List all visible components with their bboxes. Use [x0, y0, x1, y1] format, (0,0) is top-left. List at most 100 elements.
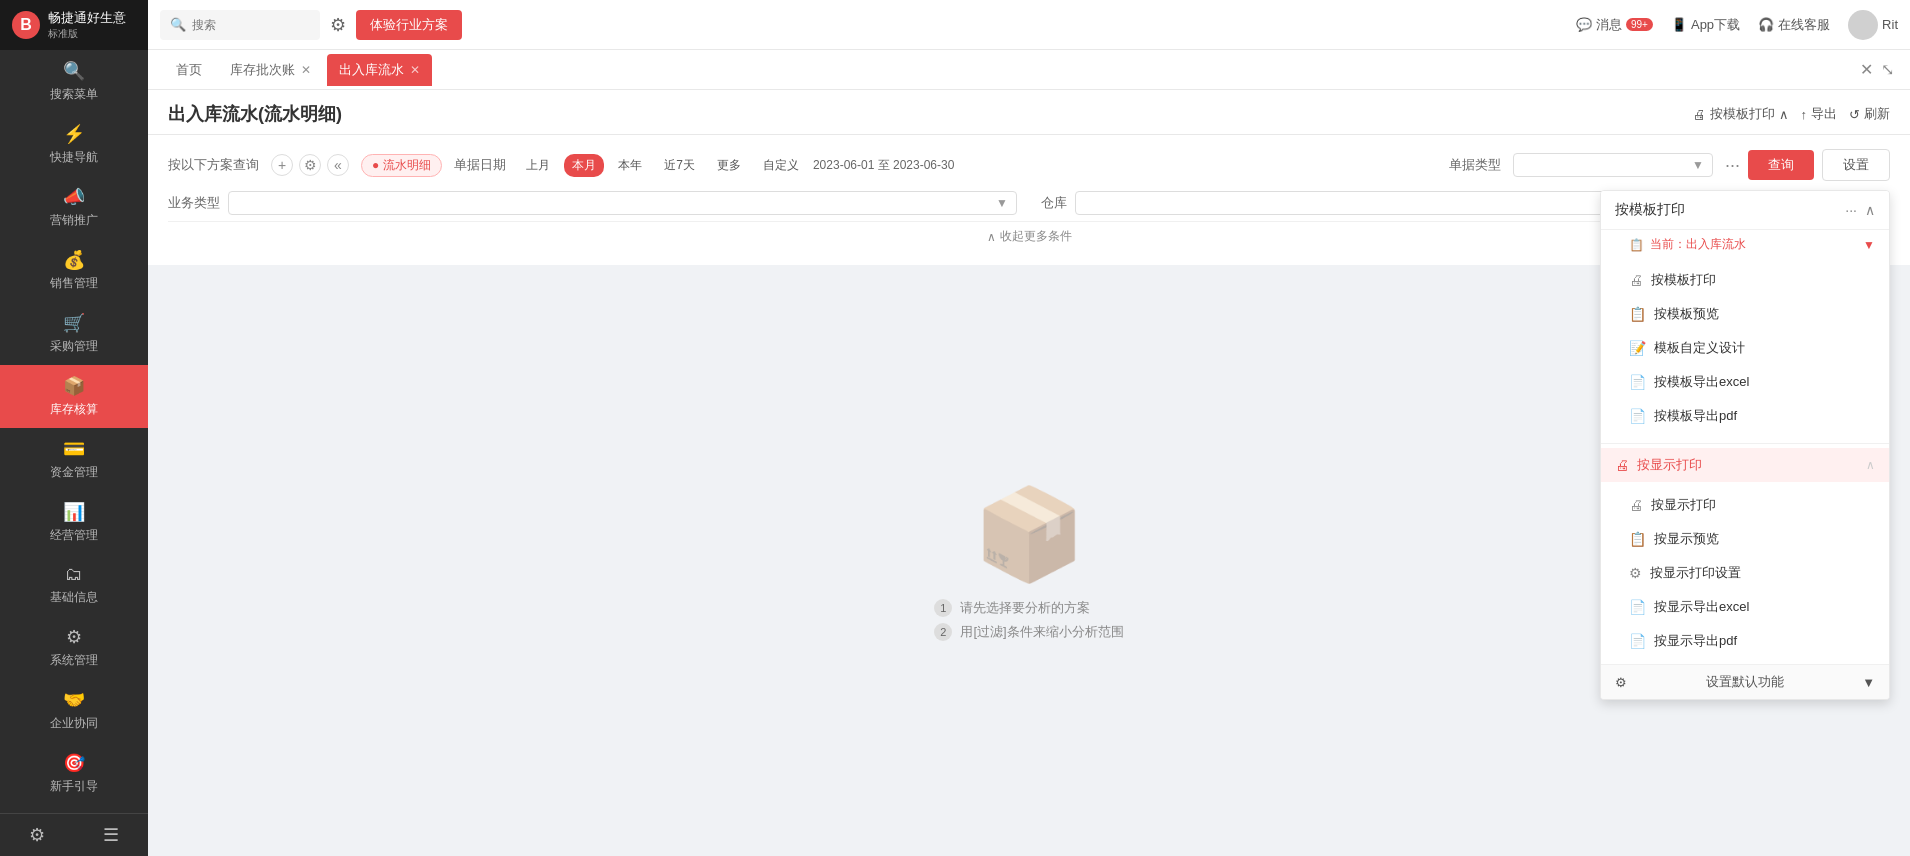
template-export-pdf-label: 按模板导出pdf [1654, 407, 1737, 425]
filter-row-1: 按以下方案查询 + ⚙ « ● 流水明细 单据日期 上月 本月 本年 近7天 [168, 149, 1890, 181]
sidebar-item-finance[interactable]: 💳 资金管理 [0, 428, 148, 491]
dp-item-display-export-pdf[interactable]: 📄 按显示导出pdf [1601, 624, 1889, 658]
filter-collapse-button[interactable]: « [327, 154, 349, 176]
filter-add-button[interactable]: + [271, 154, 293, 176]
dropdown-footer[interactable]: ⚙ 设置默认功能 ▼ [1601, 664, 1889, 699]
filter-chip-icon: ● [372, 158, 379, 172]
date-btn-7days[interactable]: 近7天 [656, 154, 703, 177]
date-btn-this-year[interactable]: 本年 [610, 154, 650, 177]
page-title: 出入库流水(流水明细) [168, 102, 342, 126]
export-label: 导出 [1811, 105, 1837, 123]
empty-illustration: 📦 [973, 482, 1085, 587]
tab-flow[interactable]: 出入库流水 ✕ [327, 54, 432, 86]
dp-item-display-export-excel[interactable]: 📄 按显示导出excel [1601, 590, 1889, 624]
basic-icon: 🗂 [65, 564, 83, 585]
sidebar-item-operation[interactable]: 📊 经营管理 [0, 491, 148, 554]
settings-gear-icon[interactable]: ⚙ [330, 14, 346, 36]
dp-item-template-design[interactable]: 📝 模板自定义设计 [1601, 331, 1889, 365]
display-print-label: 按显示打印 [1651, 496, 1716, 514]
tab-batch-close-icon[interactable]: ✕ [301, 63, 311, 77]
template-design-label: 模板自定义设计 [1654, 339, 1745, 357]
menu-toggle-icon[interactable]: ☰ [103, 824, 119, 846]
refresh-button[interactable]: ↺ 刷新 [1849, 105, 1890, 123]
tab-home[interactable]: 首页 [164, 54, 214, 86]
tab-close-all-icon[interactable]: ✕ [1860, 60, 1873, 79]
display-print-settings-label: 按显示打印设置 [1650, 564, 1741, 582]
sidebar-item-basic[interactable]: 🗂 基础信息 [0, 554, 148, 616]
sidebar-item-label: 新手引导 [50, 778, 98, 795]
messages-badge: 99+ [1626, 18, 1653, 31]
sidebar-item-label: 搜索菜单 [50, 86, 98, 103]
tab-home-label: 首页 [176, 61, 202, 79]
filter-settings-button[interactable]: ⚙ [299, 154, 321, 176]
sidebar-item-marketing[interactable]: 📣 营销推广 [0, 176, 148, 239]
display-section-arrow-icon: ∧ [1866, 458, 1875, 472]
guide-icon: 🎯 [63, 752, 85, 774]
template-pdf-icon: 📄 [1629, 408, 1646, 424]
date-btn-last-month[interactable]: 上月 [518, 154, 558, 177]
display-pdf-icon: 📄 [1629, 633, 1646, 649]
topbar-right-area: 💬 消息 99+ 📱 App下载 🎧 在线客服 Rit [1576, 10, 1898, 40]
biz-type-select[interactable]: ▼ [228, 191, 1017, 215]
dropdown-more-icon[interactable]: ··· [1845, 202, 1857, 218]
search-input[interactable] [192, 18, 310, 32]
sidebar-item-guide[interactable]: 🎯 新手引导 [0, 742, 148, 805]
logo-icon: B [12, 11, 40, 39]
filter-chip[interactable]: ● 流水明细 [361, 154, 442, 177]
dp-item-template-export-pdf[interactable]: 📄 按模板导出pdf [1601, 399, 1889, 433]
sidebar-item-purchase[interactable]: 🛒 采购管理 [0, 302, 148, 365]
dp-section-display-title[interactable]: 🖨 按显示打印 ∧ [1601, 448, 1889, 482]
sidebar-item-quicknav[interactable]: ⚡ 快捷导航 [0, 113, 148, 176]
query-button[interactable]: 查询 [1748, 150, 1814, 180]
dp-item-display-print-settings[interactable]: ⚙ 按显示打印设置 [1601, 556, 1889, 590]
doc-type-arrow-icon: ▼ [1692, 158, 1704, 172]
sidebar-item-label: 营销推广 [50, 212, 98, 229]
dp-item-template-print[interactable]: 🖨 按模板打印 [1601, 263, 1889, 297]
export-button[interactable]: ↑ 导出 [1801, 105, 1838, 123]
dp-item-display-preview[interactable]: 📋 按显示预览 [1601, 522, 1889, 556]
topbar-search-icon: 🔍 [170, 17, 186, 32]
app-download-button[interactable]: 📱 App下载 [1671, 16, 1740, 34]
sidebar-item-label: 库存核算 [50, 401, 98, 418]
sidebar-item-apps[interactable]: 🔲 应用中心 [0, 805, 148, 813]
date-btn-more[interactable]: 更多 [709, 154, 749, 177]
date-btn-custom[interactable]: 自定义 [755, 154, 807, 177]
tab-expand-icon[interactable]: ⤡ [1881, 60, 1894, 79]
display-section-title-label: 按显示打印 [1637, 456, 1702, 474]
online-service-button[interactable]: 🎧 在线客服 [1758, 16, 1830, 34]
dp-item-template-export-excel[interactable]: 📄 按模板导出excel [1601, 365, 1889, 399]
service-icon: 🎧 [1758, 17, 1774, 32]
tab-flow-close-icon[interactable]: ✕ [410, 63, 420, 77]
date-filter: 上月 本月 本年 近7天 更多 自定义 2023-06-01 至 2023-06… [518, 154, 1437, 177]
sidebar-bottom: ⚙ ☰ [0, 813, 148, 856]
inventory-icon: 📦 [63, 375, 85, 397]
refresh-label: 刷新 [1864, 105, 1890, 123]
sidebar-item-inventory[interactable]: 📦 库存核算 [0, 365, 148, 428]
topbar-search-box[interactable]: 🔍 [160, 10, 320, 40]
print-template-button[interactable]: 🖨 按模板打印 ∧ [1693, 105, 1789, 123]
date-btn-this-month[interactable]: 本月 [564, 154, 604, 177]
doc-type-select[interactable]: ▼ [1513, 153, 1713, 177]
sidebar-item-search[interactable]: 🔍 搜索菜单 [0, 50, 148, 113]
page-content: 出入库流水(流水明细) 🖨 按模板打印 ∧ ↑ 导出 ↺ 刷新 [148, 90, 1910, 856]
print-dropdown-panel: 按模板打印 ··· ∧ 📋 当前：出入库流水 ▼ 🖨 按模板打印 📋 [1600, 190, 1890, 700]
sidebar-item-system[interactable]: ⚙ 系统管理 [0, 616, 148, 679]
settings-bottom-icon[interactable]: ⚙ [29, 824, 45, 846]
marketing-icon: 📣 [63, 186, 85, 208]
set-button[interactable]: 设置 [1822, 149, 1890, 181]
industry-solution-button[interactable]: 体验行业方案 [356, 10, 462, 40]
dropdown-collapse-icon[interactable]: ∧ [1865, 202, 1875, 218]
tab-batch[interactable]: 库存批次账 ✕ [218, 54, 323, 86]
dp-item-template-preview[interactable]: 📋 按模板预览 [1601, 297, 1889, 331]
more-options-icon[interactable]: ··· [1725, 155, 1740, 176]
dp-item-display-print[interactable]: 🖨 按显示打印 [1601, 488, 1889, 522]
topbar: 🔍 ⚙ 体验行业方案 💬 消息 99+ 📱 App下载 🎧 在线客服 Rit [148, 0, 1910, 50]
messages-button[interactable]: 💬 消息 99+ [1576, 16, 1653, 34]
template-preview-icon: 📋 [1629, 306, 1646, 322]
tabs-right-controls: ✕ ⤡ [1860, 60, 1894, 79]
sidebar-item-sales[interactable]: 💰 销售管理 [0, 239, 148, 302]
user-profile[interactable]: Rit [1848, 10, 1898, 40]
biz-type-arrow-icon: ▼ [996, 196, 1008, 210]
template-export-excel-label: 按模板导出excel [1654, 373, 1749, 391]
sidebar-item-collab[interactable]: 🤝 企业协同 [0, 679, 148, 742]
